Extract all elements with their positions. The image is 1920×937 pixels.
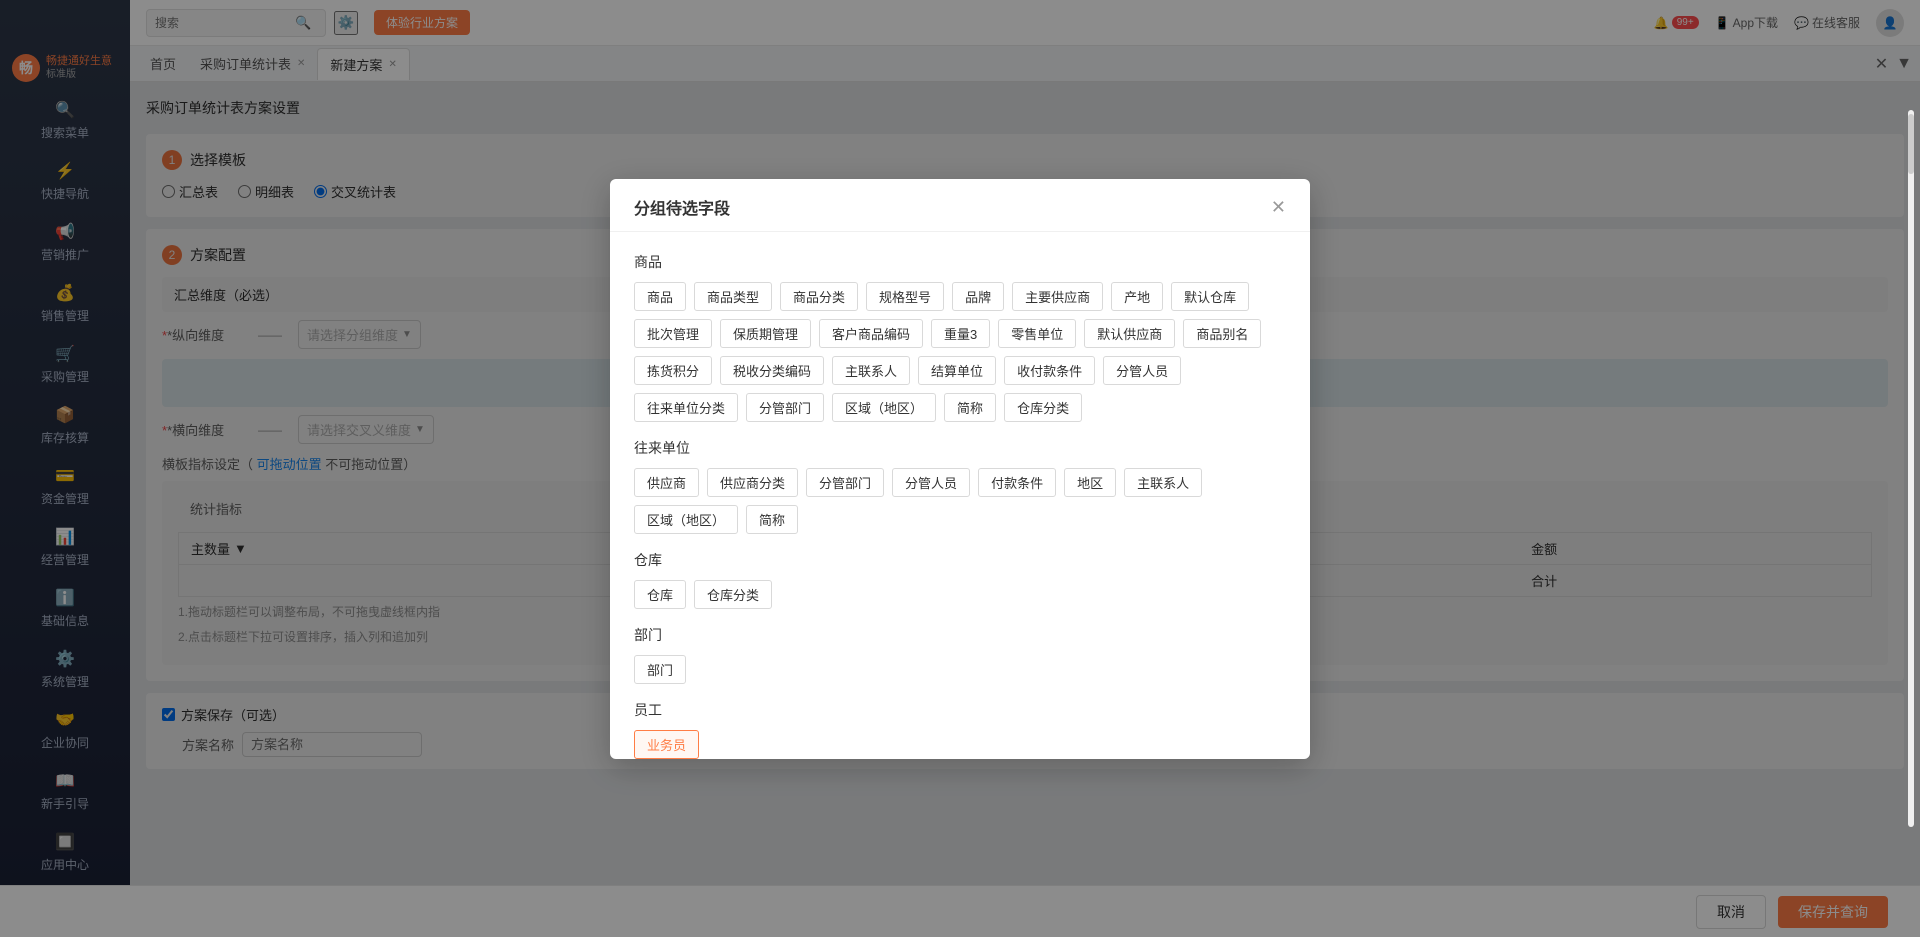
field-chip-abbr2[interactable]: 简称: [746, 505, 798, 534]
field-chip-salesperson[interactable]: 业务员: [634, 730, 699, 759]
field-chip-product[interactable]: 商品: [634, 282, 686, 311]
field-chip-wh-cat[interactable]: 仓库分类: [1004, 393, 1082, 422]
field-chip-region[interactable]: 区域（地区）: [832, 393, 936, 422]
field-chip-retail-unit[interactable]: 零售单位: [998, 319, 1076, 348]
field-chip-default-sup[interactable]: 默认供应商: [1084, 319, 1175, 348]
field-chip-product-type[interactable]: 商品类型: [694, 282, 772, 311]
field-chip-abbr[interactable]: 简称: [944, 393, 996, 422]
field-chip-alias[interactable]: 商品别名: [1183, 319, 1261, 348]
field-chip-pick-score[interactable]: 拣货积分: [634, 356, 712, 385]
modal-close-button[interactable]: ✕: [1271, 198, 1286, 216]
field-chip-origin[interactable]: 产地: [1111, 282, 1163, 311]
field-chip-dept3[interactable]: 部门: [634, 655, 686, 684]
field-chip-region2[interactable]: 区域（地区）: [634, 505, 738, 534]
field-chip-shelf-life[interactable]: 保质期管理: [720, 319, 811, 348]
field-chip-counterpart-cat[interactable]: 往来单位分类: [634, 393, 738, 422]
field-chip-area[interactable]: 地区: [1064, 468, 1116, 497]
modal-body: 商品 商品 商品类型 商品分类 规格型号 品牌 主要供应商 产地 默认仓库 批次…: [610, 232, 1310, 759]
field-chip-spec[interactable]: 规格型号: [866, 282, 944, 311]
field-chip-manager[interactable]: 分管人员: [1103, 356, 1181, 385]
modal-scrollbar-track: [1908, 110, 1914, 827]
product-field-grid: 商品 商品类型 商品分类 规格型号 品牌 主要供应商 产地 默认仓库 批次管理 …: [634, 282, 1286, 422]
modal-overlay: 分组待选字段 ✕ 商品 商品 商品类型 商品分类 规格型号 品牌 主要供应商 产…: [0, 0, 1920, 937]
field-chip-dept[interactable]: 分管部门: [746, 393, 824, 422]
field-chip-supplier-cat[interactable]: 供应商分类: [707, 468, 798, 497]
field-chip-product-cat[interactable]: 商品分类: [780, 282, 858, 311]
field-chip-main-contact[interactable]: 主联系人: [832, 356, 910, 385]
modal-title: 分组待选字段: [634, 195, 730, 219]
field-chip-cust-code[interactable]: 客户商品编码: [819, 319, 923, 348]
field-chip-manager2[interactable]: 分管人员: [892, 468, 970, 497]
field-chip-payment2[interactable]: 付款条件: [978, 468, 1056, 497]
group-title-staff: 员工: [634, 700, 1286, 720]
field-chip-supplier[interactable]: 供应商: [634, 468, 699, 497]
field-chip-main-supplier[interactable]: 主要供应商: [1012, 282, 1103, 311]
staff-field-grid: 业务员: [634, 730, 1286, 759]
dept-field-grid: 部门: [634, 655, 1286, 684]
group-title-warehouse: 仓库: [634, 550, 1286, 570]
group-title-dept: 部门: [634, 625, 1286, 645]
field-chip-brand[interactable]: 品牌: [952, 282, 1004, 311]
field-chip-wh[interactable]: 仓库: [634, 580, 686, 609]
field-chip-settle-unit[interactable]: 结算单位: [918, 356, 996, 385]
field-chip-weight[interactable]: 重量3: [931, 319, 990, 348]
field-chip-wh-cat2[interactable]: 仓库分类: [694, 580, 772, 609]
field-chip-contact2[interactable]: 主联系人: [1124, 468, 1202, 497]
modal-dialog: 分组待选字段 ✕ 商品 商品 商品类型 商品分类 规格型号 品牌 主要供应商 产…: [610, 179, 1310, 759]
counterpart-field-grid: 供应商 供应商分类 分管部门 分管人员 付款条件 地区 主联系人 区域（地区） …: [634, 468, 1286, 534]
field-chip-tax-code[interactable]: 税收分类编码: [720, 356, 824, 385]
field-chip-dept2[interactable]: 分管部门: [806, 468, 884, 497]
modal-scrollbar-thumb[interactable]: [1908, 114, 1914, 174]
field-chip-payment-terms[interactable]: 收付款条件: [1004, 356, 1095, 385]
warehouse-field-grid: 仓库 仓库分类: [634, 580, 1286, 609]
group-title-product: 商品: [634, 252, 1286, 272]
group-title-counterpart: 往来单位: [634, 438, 1286, 458]
field-chip-batch[interactable]: 批次管理: [634, 319, 712, 348]
field-chip-default-wh[interactable]: 默认仓库: [1171, 282, 1249, 311]
modal-header: 分组待选字段 ✕: [610, 179, 1310, 232]
